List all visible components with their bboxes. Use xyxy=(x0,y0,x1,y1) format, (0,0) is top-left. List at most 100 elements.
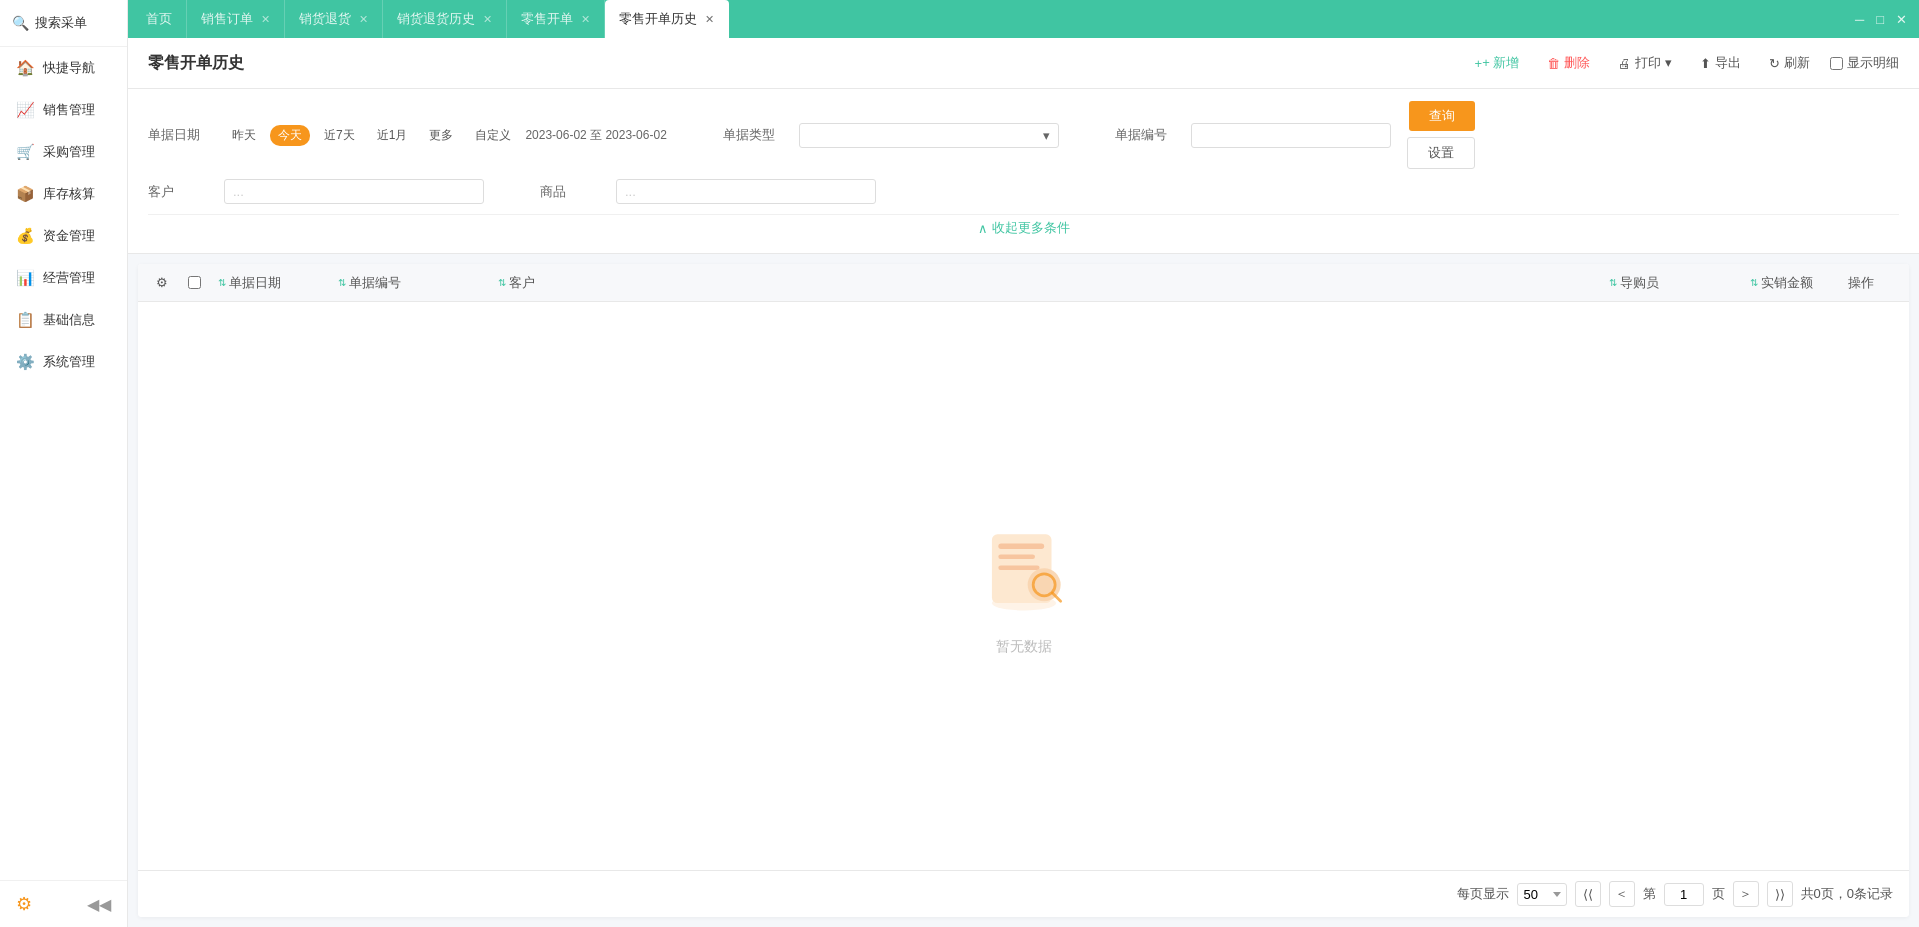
tab-sales-return[interactable]: 销货退货 ✕ xyxy=(285,0,383,38)
sidebar-item-purchase-mgmt[interactable]: 🛒 采购管理 xyxy=(0,131,127,173)
first-page-btn[interactable]: ⟨⟨ xyxy=(1575,881,1601,907)
tab-sales-return-history[interactable]: 销货退货历史 ✕ xyxy=(383,0,507,38)
sidebar-item-sys-mgmt[interactable]: ⚙️ 系统管理 xyxy=(0,341,127,383)
column-settings-icon[interactable]: ⚙ xyxy=(156,275,168,290)
sidebar-item-label: 基础信息 xyxy=(43,311,95,329)
close-tab-retail-history[interactable]: ✕ xyxy=(705,13,714,26)
query-button[interactable]: 查询 xyxy=(1409,101,1475,131)
customer-filter-label: 客户 xyxy=(148,183,208,201)
filter-row-2: 客户 ... 商品 ... xyxy=(148,179,1899,204)
close-tab-retail-open[interactable]: ✕ xyxy=(581,13,590,26)
type-filter-select[interactable]: ▾ xyxy=(799,123,1059,148)
sidebar-item-operations[interactable]: 📊 经营管理 xyxy=(0,257,127,299)
chart-icon: 📈 xyxy=(16,101,35,119)
date-today-btn[interactable]: 今天 xyxy=(270,125,310,146)
content-area: 零售开单历史 + + 新增 🗑 删除 🖨 打印 ▾ ⬆ 导出 xyxy=(128,38,1919,927)
per-page-select[interactable]: 50 10 20 100 xyxy=(1517,883,1567,906)
sort-icon5: ⇅ xyxy=(1750,277,1758,288)
print-icon: 🖨 xyxy=(1618,56,1631,71)
toolbar: + + 新增 🗑 删除 🖨 打印 ▾ ⬆ 导出 ↻ 刷新 xyxy=(1467,50,1899,76)
goods-filter-input[interactable]: ... xyxy=(616,179,876,204)
th-guide[interactable]: ⇅ 导购员 xyxy=(1601,274,1701,292)
add-icon: + xyxy=(1475,56,1483,71)
th-amount[interactable]: ⇅ 实销金额 xyxy=(1701,274,1821,292)
date-7days-btn[interactable]: 近7天 xyxy=(316,125,363,146)
sidebar-item-label: 系统管理 xyxy=(43,353,95,371)
add-button[interactable]: + + 新增 xyxy=(1467,50,1528,76)
filter-area: 单据日期 昨天 今天 近7天 近1月 更多 自定义 2023-06-02 至 2… xyxy=(128,89,1919,254)
th-date[interactable]: ⇅ 单据日期 xyxy=(210,274,330,292)
close-tab-sales-order[interactable]: ✕ xyxy=(261,13,270,26)
search-icon: 🔍 xyxy=(12,15,29,31)
sidebar-item-inventory[interactable]: 📦 库存核算 xyxy=(0,173,127,215)
window-close-icon[interactable]: ✕ xyxy=(1896,12,1907,27)
sidebar-item-base-info[interactable]: 📋 基础信息 xyxy=(0,299,127,341)
tab-sales-order[interactable]: 销售订单 ✕ xyxy=(187,0,285,38)
tab-retail-history[interactable]: 零售开单历史 ✕ xyxy=(605,0,729,38)
tab-retail-open[interactable]: 零售开单 ✕ xyxy=(507,0,605,38)
doc-icon: 📋 xyxy=(16,311,35,329)
sort-icon4: ⇅ xyxy=(1609,277,1617,288)
close-tab-sales-return[interactable]: ✕ xyxy=(359,13,368,26)
tab-home[interactable]: 首页 xyxy=(132,0,187,38)
empty-text: 暂无数据 xyxy=(996,638,1052,656)
date-more-btn[interactable]: 更多 xyxy=(421,125,461,146)
gear2-icon: ⚙️ xyxy=(16,353,35,371)
th-customer[interactable]: ⇅ 客户 xyxy=(490,274,1601,292)
customer-filter-input[interactable]: ... xyxy=(224,179,484,204)
select-all-checkbox[interactable] xyxy=(188,276,201,289)
no-filter-label: 单据编号 xyxy=(1115,126,1175,144)
sidebar-footer: ⚙ ◀◀ xyxy=(0,880,127,927)
delete-icon: 🗑 xyxy=(1547,56,1560,71)
chevron-up-icon: ∧ xyxy=(978,221,988,236)
sidebar-item-label: 资金管理 xyxy=(43,227,95,245)
th-check[interactable] xyxy=(178,276,210,289)
pagination: 每页显示 50 10 20 100 ⟨⟨ ＜ 第 页 ＞ ⟩⟩ 共0页，0条记录 xyxy=(138,870,1909,917)
page-suffix: 页 xyxy=(1712,885,1725,903)
date-yesterday-btn[interactable]: 昨天 xyxy=(224,125,264,146)
delete-button[interactable]: 🗑 删除 xyxy=(1539,50,1598,76)
export-button[interactable]: ⬆ 导出 xyxy=(1692,50,1749,76)
th-action: 操作 xyxy=(1821,274,1901,292)
page-header: 零售开单历史 + + 新增 🗑 删除 🖨 打印 ▾ ⬆ 导出 xyxy=(128,38,1919,89)
sidebar-item-label: 经营管理 xyxy=(43,269,95,287)
empty-state-icon xyxy=(969,516,1079,626)
settings-icon[interactable]: ⚙ xyxy=(16,893,32,915)
th-settings[interactable]: ⚙ xyxy=(146,275,178,290)
sidebar-item-quick-nav[interactable]: 🏠 快捷导航 xyxy=(0,47,127,89)
collapse-sidebar-icon[interactable]: ◀◀ xyxy=(87,895,111,914)
sort-icon2: ⇅ xyxy=(338,277,346,288)
display-detail-checkbox[interactable]: 显示明细 xyxy=(1830,54,1899,72)
prev-page-btn[interactable]: ＜ xyxy=(1609,881,1635,907)
table-header: ⚙ ⇅ 单据日期 ⇅ 单据编号 ⇅ 客户 ⇅ xyxy=(138,264,1909,302)
sidebar-item-finance[interactable]: 💰 资金管理 xyxy=(0,215,127,257)
table-area: ⚙ ⇅ 单据日期 ⇅ 单据编号 ⇅ 客户 ⇅ xyxy=(138,264,1909,917)
refresh-icon: ↻ xyxy=(1769,56,1780,71)
sidebar-nav: 🏠 快捷导航 📈 销售管理 🛒 采购管理 📦 库存核算 💰 资金管理 📊 经营管… xyxy=(0,47,127,880)
home-icon: 🏠 xyxy=(16,59,35,77)
window-minimize-icon[interactable]: ─ xyxy=(1855,12,1864,27)
sidebar-item-label: 快捷导航 xyxy=(43,59,95,77)
goods-filter-label: 商品 xyxy=(540,183,600,201)
sidebar-item-sales-mgmt[interactable]: 📈 销售管理 xyxy=(0,89,127,131)
sort-icon3: ⇅ xyxy=(498,277,506,288)
refresh-button[interactable]: ↻ 刷新 xyxy=(1761,50,1818,76)
display-detail-input[interactable] xyxy=(1830,57,1843,70)
tab-bar: 首页 销售订单 ✕ 销货退货 ✕ 销货退货历史 ✕ 零售开单 ✕ 零售开单历史 … xyxy=(128,0,1919,38)
date-custom-btn[interactable]: 自定义 xyxy=(467,125,519,146)
window-maximize-icon[interactable]: □ xyxy=(1876,12,1884,27)
sidebar: 🔍 搜索采单 🏠 快捷导航 📈 销售管理 🛒 采购管理 📦 库存核算 💰 资金管… xyxy=(0,0,128,927)
date-1month-btn[interactable]: 近1月 xyxy=(369,125,416,146)
no-filter-input[interactable] xyxy=(1191,123,1391,148)
collapse-filter-btn[interactable]: ∧ 收起更多条件 xyxy=(148,214,1899,241)
page-number-input[interactable] xyxy=(1664,883,1704,906)
svg-rect-3 xyxy=(998,555,1035,560)
sidebar-item-label: 采购管理 xyxy=(43,143,95,161)
sidebar-search[interactable]: 🔍 搜索采单 xyxy=(0,0,127,47)
next-page-btn[interactable]: ＞ xyxy=(1733,881,1759,907)
th-no[interactable]: ⇅ 单据编号 xyxy=(330,274,490,292)
last-page-btn[interactable]: ⟩⟩ xyxy=(1767,881,1793,907)
print-button[interactable]: 🖨 打印 ▾ xyxy=(1610,50,1680,76)
close-tab-sales-return-history[interactable]: ✕ xyxy=(483,13,492,26)
filter-settings-button[interactable]: 设置 xyxy=(1407,137,1475,169)
